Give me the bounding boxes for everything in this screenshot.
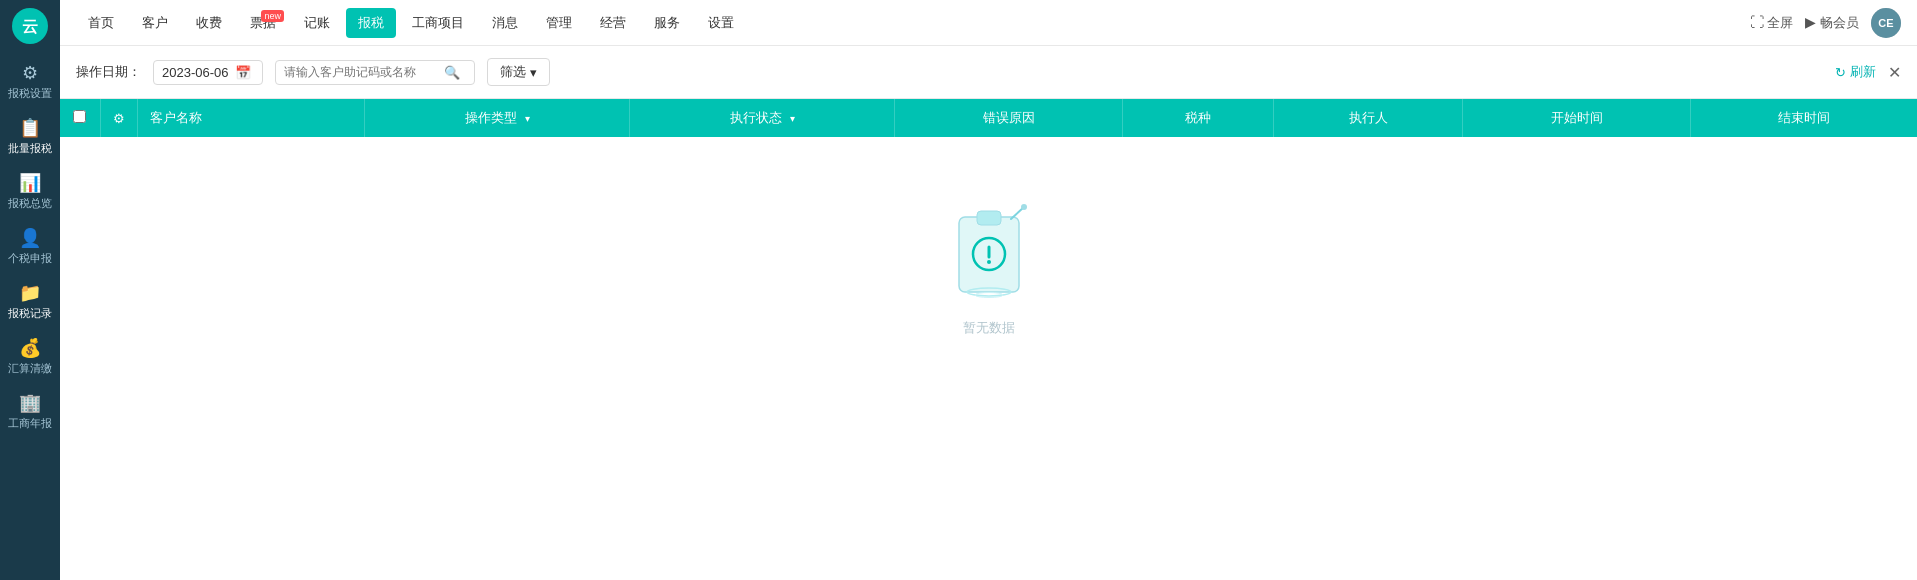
fullscreen-icon: ⛶ xyxy=(1750,14,1764,30)
member-btn[interactable]: ▶ 畅会员 xyxy=(1805,14,1859,32)
svg-point-6 xyxy=(987,260,991,264)
table-body: 暂无数据 xyxy=(60,137,1917,397)
sidebar-item-geshuai-shenbao[interactable]: 👤 个税申报 xyxy=(0,219,60,274)
select-all-checkbox[interactable] xyxy=(73,110,86,123)
search-wrap: 🔍 xyxy=(275,60,475,85)
sidebar: 云 ⚙ 报税设置 📋 批量报税 📊 报税总览 👤 个税申报 📁 报税记录 💰 汇… xyxy=(0,0,60,580)
records-icon: 📁 xyxy=(19,282,41,304)
search-input[interactable] xyxy=(284,65,444,79)
sidebar-logo: 云 xyxy=(12,8,48,44)
sort-exec-status-icon: ▾ xyxy=(790,113,795,124)
content: 操作日期： 2023-06-06 📅 🔍 筛选 ▾ ↻ 刷新 ✕ xyxy=(60,46,1917,580)
nav-item-jizhang[interactable]: 记账 xyxy=(292,8,342,38)
navbar: 首页 客户 收费 票据 new 记账 报税 工商项目 消息 xyxy=(60,0,1917,46)
th-exec-status[interactable]: 执行状态 ▾ xyxy=(630,99,895,137)
empty-text: 暂无数据 xyxy=(963,319,1015,337)
settings-icon: ⚙ xyxy=(22,62,38,84)
nav-item-guanli[interactable]: 管理 xyxy=(534,8,584,38)
annual-report-icon: 🏢 xyxy=(19,392,41,414)
table-wrap: ⚙ 客户名称 操作类型 ▾ 执行状态 ▾ xyxy=(60,99,1917,580)
sidebar-item-baoshui-zongjian[interactable]: 📊 报税总览 xyxy=(0,164,60,219)
table-header-row: ⚙ 客户名称 操作类型 ▾ 执行状态 ▾ xyxy=(60,99,1917,137)
svg-point-8 xyxy=(1021,204,1027,210)
calendar-icon: 📅 xyxy=(235,65,251,80)
empty-state-row: 暂无数据 xyxy=(60,137,1917,397)
th-tax-type: 税种 xyxy=(1123,99,1274,137)
date-picker[interactable]: 2023-06-06 📅 xyxy=(153,60,263,85)
settlement-icon: 💰 xyxy=(19,337,41,359)
th-executor: 执行人 xyxy=(1274,99,1463,137)
nav-item-jingying[interactable]: 经营 xyxy=(588,8,638,38)
th-settings[interactable]: ⚙ xyxy=(100,99,137,137)
sort-op-type-icon: ▾ xyxy=(525,113,530,124)
th-end-time: 结束时间 xyxy=(1691,99,1917,137)
nav-item-baoshui[interactable]: 报税 xyxy=(346,8,396,38)
th-customer-name: 客户名称 xyxy=(137,99,365,137)
overview-icon: 📊 xyxy=(19,172,41,194)
toolbar: 操作日期： 2023-06-06 📅 🔍 筛选 ▾ ↻ 刷新 ✕ xyxy=(60,46,1917,99)
close-button[interactable]: ✕ xyxy=(1888,63,1901,82)
column-settings-icon: ⚙ xyxy=(113,111,125,126)
date-label: 操作日期： xyxy=(76,63,141,81)
empty-illustration xyxy=(939,197,1039,307)
svg-text:云: 云 xyxy=(22,18,38,35)
nav-item-kehu[interactable]: 客户 xyxy=(130,8,180,38)
svg-rect-3 xyxy=(977,211,1001,225)
nav-items: 首页 客户 收费 票据 new 记账 报税 工商项目 消息 xyxy=(76,8,1750,38)
sidebar-item-huisuan-jiaona[interactable]: 💰 汇算清缴 xyxy=(0,329,60,384)
refresh-icon: ↻ xyxy=(1835,65,1846,80)
nav-item-shouye[interactable]: 首页 xyxy=(76,8,126,38)
nav-item-shezhi[interactable]: 设置 xyxy=(696,8,746,38)
main-table: ⚙ 客户名称 操作类型 ▾ 执行状态 ▾ xyxy=(60,99,1917,397)
personal-tax-icon: 👤 xyxy=(19,227,41,249)
chevron-down-icon: ▾ xyxy=(530,65,537,80)
th-start-time: 开始时间 xyxy=(1463,99,1691,137)
sidebar-item-gongshang-nianbao[interactable]: 🏢 工商年报 xyxy=(0,384,60,439)
empty-state: 暂无数据 xyxy=(60,137,1917,397)
navbar-right: ⛶ 全屏 ▶ 畅会员 CE xyxy=(1750,8,1901,38)
refresh-button[interactable]: ↻ 刷新 xyxy=(1835,63,1876,81)
nav-item-gongshang-xiangmu[interactable]: 工商项目 xyxy=(400,8,476,38)
nav-item-xiaoxi[interactable]: 消息 xyxy=(480,8,530,38)
filter-button[interactable]: 筛选 ▾ xyxy=(487,58,550,86)
video-icon: ▶ xyxy=(1805,14,1816,30)
nav-item-piaoju[interactable]: 票据 new xyxy=(238,8,288,38)
nav-item-fuwu[interactable]: 服务 xyxy=(642,8,692,38)
sidebar-item-piliang-baoshui[interactable]: 📋 批量报税 xyxy=(0,109,60,164)
sidebar-item-baoshui-jilu[interactable]: 📁 报税记录 xyxy=(0,274,60,329)
th-checkbox[interactable] xyxy=(60,99,100,137)
main-area: 首页 客户 收费 票据 new 记账 报税 工商项目 消息 xyxy=(60,0,1917,580)
avatar[interactable]: CE xyxy=(1871,8,1901,38)
batch-tax-icon: 📋 xyxy=(19,117,41,139)
search-icon: 🔍 xyxy=(444,65,460,80)
th-op-type[interactable]: 操作类型 ▾ xyxy=(365,99,630,137)
new-badge: new xyxy=(261,10,284,23)
th-error-reason: 错误原因 xyxy=(895,99,1123,137)
fullscreen-btn[interactable]: ⛶ 全屏 xyxy=(1750,14,1794,32)
sidebar-item-baoshui-shezhi[interactable]: ⚙ 报税设置 xyxy=(0,54,60,109)
nav-item-shoufei[interactable]: 收费 xyxy=(184,8,234,38)
